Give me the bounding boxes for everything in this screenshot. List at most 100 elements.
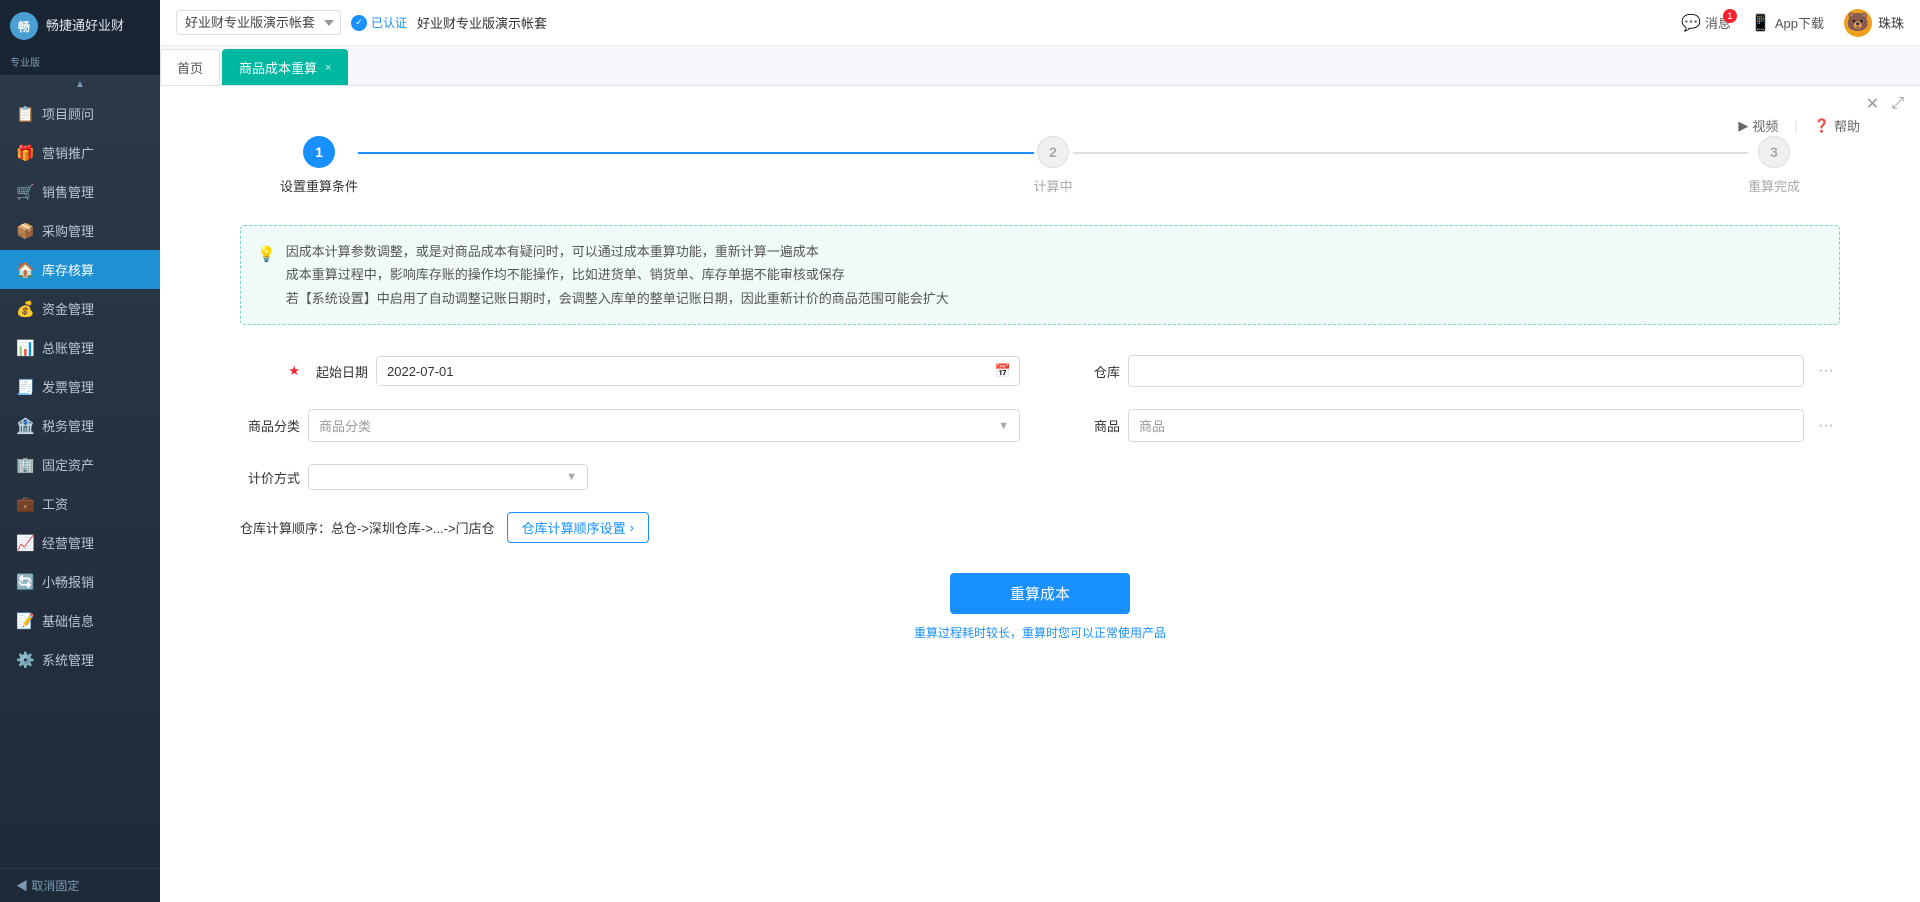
expand-button[interactable]: ⤢ [1891,95,1904,113]
start-date-label: 起始日期 [308,362,368,381]
price-group: 计价方式 ▼ [240,464,1020,490]
required-mark: ★ [240,363,300,379]
sidebar-item-label: 营销推广 [42,143,94,162]
warehouse-order-arrow-icon: › [630,520,634,535]
notice-line-3: 若【系统设置】中启用了自动调整记账日期时，会调整入库单的整单记账日期，因此重新计… [286,287,949,310]
start-date-input[interactable] [377,358,987,385]
sidebar-item-label: 固定资产 [42,455,94,474]
tab-recalc[interactable]: 商品成本重算 × [222,49,348,85]
warehouse-order-btn-label: 仓库计算顺序设置 [522,518,626,537]
recalc-note: 重算过程耗时较长，重算时您可以正常使用产品 [914,624,1166,641]
inventory-icon: 🏠 [16,261,34,279]
help-link[interactable]: ❓ 帮助 [1814,116,1860,135]
sidebar-item-marketing[interactable]: 🎁 营销推广 [0,133,160,172]
sidebar-item-fixed[interactable]: 🏢 固定资产 [0,445,160,484]
notice-content: 因成本计算参数调整，或是对商品成本有疑问时，可以通过成本重算功能，重新计算一遍成… [286,240,949,310]
step-1-label: 设置重算条件 [280,176,358,195]
start-date-input-wrapper: 📅 [376,356,1020,386]
verified-label: 已认证 [371,14,407,31]
price-select[interactable]: ▼ [308,464,588,490]
account-selector: 好业财专业版演示帐套 [176,10,341,35]
sidebar-item-label: 经营管理 [42,533,94,552]
invoice-icon: 🧾 [16,378,34,396]
form-row-3: 计价方式 ▼ [240,464,1840,490]
basic-icon: 📝 [16,612,34,630]
sidebar-item-label: 总账管理 [42,338,94,357]
price-arrow-icon: ▼ [566,471,577,483]
sidebar-item-project[interactable]: 📋 项目顾问 [0,94,160,133]
tab-recalc-label: 商品成本重算 [239,58,317,77]
unpin-sidebar-button[interactable]: ◀ 取消固定 [0,868,160,902]
notice-line-1: 因成本计算参数调整，或是对商品成本有疑问时，可以通过成本重算功能，重新计算一遍成… [286,240,949,263]
finance-icon: 💰 [16,300,34,318]
notice-box: 💡 因成本计算参数调整，或是对商品成本有疑问时，可以通过成本重算功能，重新计算一… [240,225,1840,325]
calendar-icon[interactable]: 📅 [987,357,1019,385]
goods-input[interactable]: 商品 [1128,409,1804,442]
sidebar-item-system[interactable]: ⚙️ 系统管理 [0,640,160,679]
user-avatar: 🐻 [1844,9,1872,37]
sidebar-item-finance[interactable]: 💰 资金管理 [0,289,160,328]
topbar: 好业财专业版演示帐套 ✓ 已认证 好业财专业版演示帐套 💬 消息 1 📱 App… [160,0,1920,46]
sidebar-nav: 📋 项目顾问 🎁 营销推广 🛒 销售管理 📦 采购管理 🏠 库存核算 💰 资金管… [0,94,160,868]
accounting-icon: 📊 [16,339,34,357]
category-label: 商品分类 [240,416,300,435]
warehouse-order-settings-button[interactable]: 仓库计算顺序设置 › [507,512,649,543]
start-date-group: ★ 起始日期 📅 [240,356,1020,386]
warehouse-order-label: 仓库计算顺序：总仓->深圳仓库->...->门店仓 [240,518,495,537]
sidebar-item-inventory[interactable]: 🏠 库存核算 [0,250,160,289]
app-download-button[interactable]: 📱 App下载 [1751,13,1824,33]
app-name: 畅捷通好业财 [46,18,124,35]
tab-home[interactable]: 首页 [160,49,220,85]
sidebar-item-label: 销售管理 [42,182,94,201]
message-button[interactable]: 💬 消息 1 [1681,13,1731,33]
sidebar-item-salary[interactable]: 💼 工资 [0,484,160,523]
help-area: ▶ 视频 | ❓ 帮助 [1738,116,1860,135]
sidebar-item-basic[interactable]: 📝 基础信息 [0,601,160,640]
app-download-label: App下载 [1775,13,1824,32]
recalc-button[interactable]: 重算成本 [950,573,1130,614]
step-1-circle: 1 [303,136,335,168]
sidebar-item-invoice[interactable]: 🧾 发票管理 [0,367,160,406]
sidebar-item-accounting[interactable]: 📊 总账管理 [0,328,160,367]
sidebar-item-tax[interactable]: 🏦 税务管理 [0,406,160,445]
window-controls: ✕ ⤢ [1866,94,1904,114]
user-profile-button[interactable]: 🐻 珠珠 [1844,9,1904,37]
form-section: ★ 起始日期 📅 仓库 ··· 商品分类 [240,355,1840,543]
tab-close-icon[interactable]: × [325,62,331,74]
step-1: 1 设置重算条件 [280,136,358,195]
video-label: 视频 [1752,116,1778,135]
salary-icon: 💼 [16,495,34,513]
message-icon: 💬 [1681,13,1701,33]
sidebar-item-expense[interactable]: 🔄 小畅报销 [0,562,160,601]
sidebar-item-label: 工资 [42,494,68,513]
sidebar-item-label: 小畅报销 [42,572,94,591]
tab-bar: 首页 商品成本重算 × [160,46,1920,86]
step-3-label: 重算完成 [1748,176,1800,195]
help-label: 帮助 [1834,116,1860,135]
step-connector-1 [358,152,1033,154]
warehouse-more-icon[interactable]: ··· [1812,362,1840,380]
step-2-circle: 2 [1037,136,1069,168]
project-icon: 📋 [16,105,34,123]
help-icon: ❓ [1814,118,1830,134]
category-select[interactable]: 商品分类 ▼ [308,409,1020,442]
warehouse-input[interactable] [1128,355,1804,387]
content-area: ✕ ⤢ 1 设置重算条件 2 计算中 3 重算完成 ▶ 视频 [160,86,1920,902]
goods-group: 商品 商品 ··· [1060,409,1840,442]
goods-more-icon[interactable]: ··· [1812,417,1840,435]
video-link[interactable]: ▶ 视频 [1738,116,1778,135]
sidebar-item-sales[interactable]: 🛒 销售管理 [0,172,160,211]
recalc-area: 重算成本 重算过程耗时较长，重算时您可以正常使用产品 [200,573,1880,641]
notification-badge: 1 [1723,9,1737,23]
expense-icon: 🔄 [16,573,34,591]
system-icon: ⚙️ [16,651,34,669]
close-button[interactable]: ✕ [1866,94,1879,114]
account-select[interactable]: 好业财专业版演示帐套 [176,10,341,35]
price-label: 计价方式 [240,468,300,487]
warehouse-label: 仓库 [1060,362,1120,381]
sidebar-item-purchase[interactable]: 📦 采购管理 [0,211,160,250]
tab-home-label: 首页 [177,58,203,77]
shield-icon: ✓ [351,15,367,31]
step-2: 2 计算中 [1034,136,1073,195]
sidebar-item-ops[interactable]: 📈 经营管理 [0,523,160,562]
